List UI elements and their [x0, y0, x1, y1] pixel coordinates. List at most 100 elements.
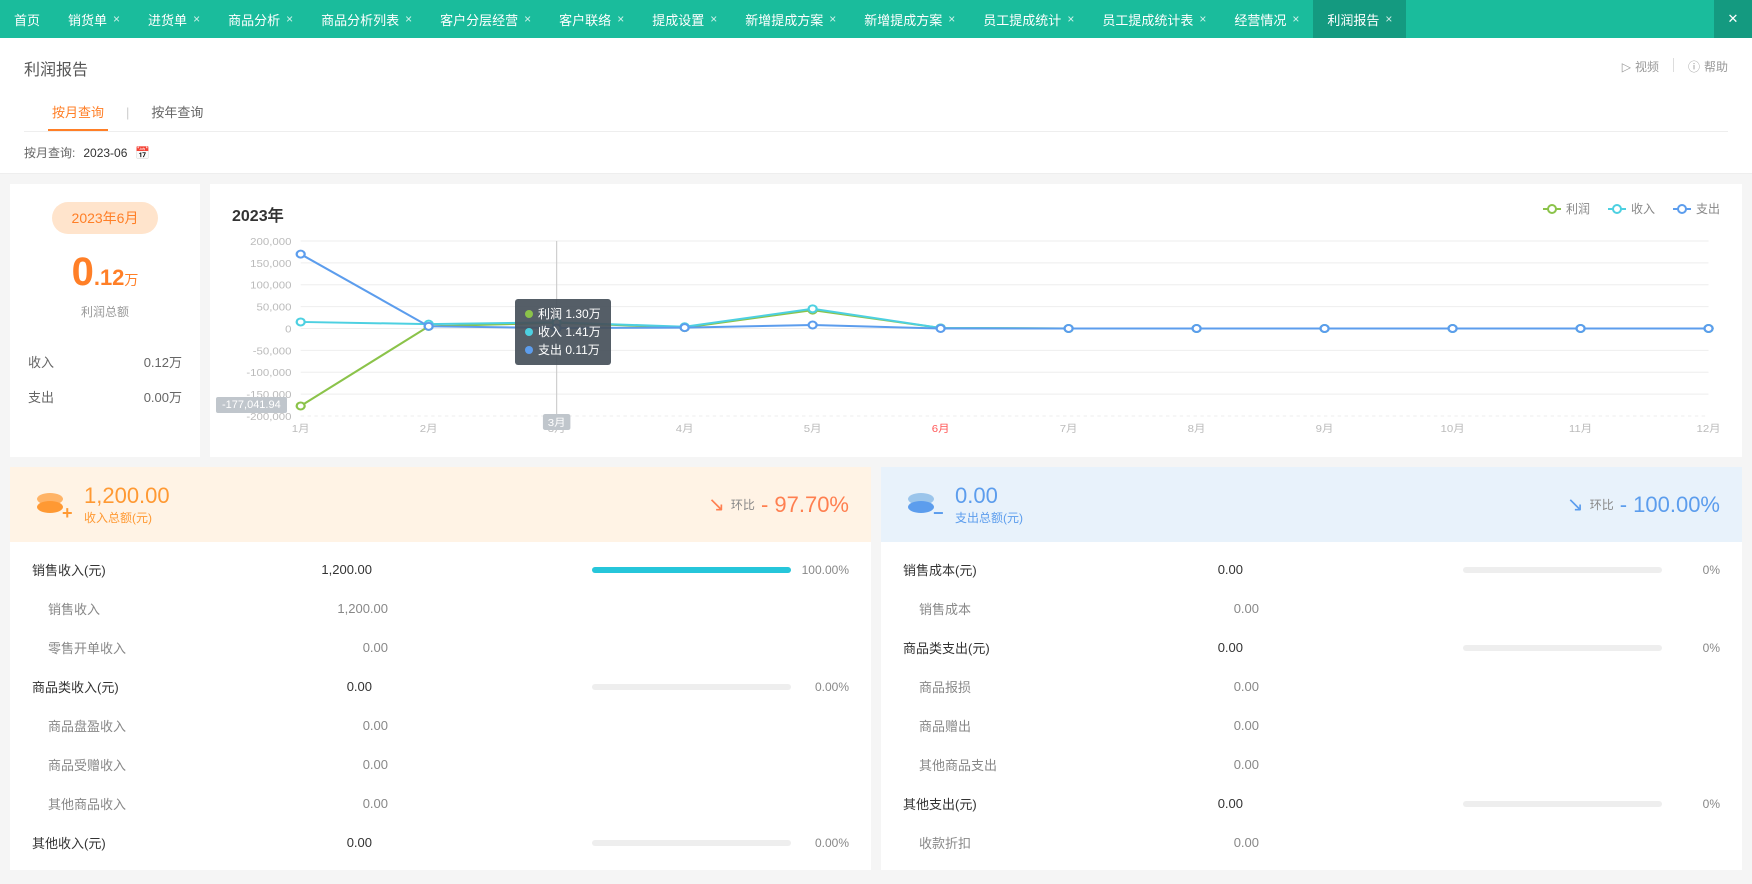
tab-item[interactable]: 商品分析× — [214, 0, 307, 38]
chart-title: 2023年 — [232, 202, 1720, 226]
svg-text:200,000: 200,000 — [250, 237, 291, 248]
row-bar-pct: 0% — [1670, 641, 1720, 655]
row-value: 0.00 — [268, 640, 388, 655]
svg-text:5月: 5月 — [804, 424, 822, 435]
close-icon[interactable]: × — [405, 12, 412, 26]
close-icon[interactable]: × — [286, 12, 293, 26]
row-value: 0.00 — [1123, 640, 1243, 655]
sub-category-row: 商品赠出0.00 — [903, 706, 1720, 745]
svg-text:100,000: 100,000 — [250, 280, 291, 291]
close-all-tabs-button[interactable]: ✕ — [1714, 0, 1752, 38]
close-icon[interactable]: × — [1199, 12, 1206, 26]
row-value: 1,200.00 — [268, 601, 388, 616]
tab-item[interactable]: 商品分析列表× — [307, 0, 426, 38]
calendar-icon[interactable]: 📅 — [135, 146, 150, 160]
row-label: 其他商品支出 — [919, 755, 1139, 774]
svg-text:−: − — [933, 503, 943, 523]
profit-total-label: 利润总额 — [28, 303, 182, 320]
category-row: 其他收入(元)0.000.00% — [32, 823, 849, 862]
tab-item[interactable]: 经营情况× — [1220, 0, 1313, 38]
svg-text:-200,000: -200,000 — [246, 412, 291, 423]
svg-text:0: 0 — [285, 324, 291, 335]
page-title: 利润报告 — [24, 56, 1728, 80]
tab-item[interactable]: 新增提成方案× — [731, 0, 850, 38]
row-label: 销售收入 — [48, 599, 268, 618]
income-panel: + 1,200.00 收入总额(元) ↘ 环比 - 97.70% 销售收入(元)… — [10, 467, 871, 870]
top-tabs-bar: 首页销货单×进货单×商品分析×商品分析列表×客户分层经营×客户联络×提成设置×新… — [0, 0, 1752, 38]
tab-item[interactable]: 员工提成统计× — [969, 0, 1088, 38]
video-link[interactable]: ▷ 视频 — [1622, 58, 1659, 75]
row-label: 商品类收入(元) — [32, 677, 252, 696]
expense-panel: − 0.00 支出总额(元) ↘ 环比 - 100.00% 销售成本(元)0.0… — [881, 467, 1742, 870]
expense-sub-label: 支出总额(元) — [955, 509, 1023, 526]
row-value: 0.00 — [1139, 679, 1259, 694]
header-actions: ▷ 视频 ⓘ 帮助 — [1622, 58, 1728, 75]
row-value: 0.00 — [268, 757, 388, 772]
row-bar-pct: 0.00% — [799, 680, 849, 694]
row-label: 其他支出(元) — [903, 794, 1123, 813]
income-comparison-label: 环比 — [731, 496, 755, 513]
tab-item[interactable]: 首页 — [0, 0, 54, 38]
legend-income[interactable]: 收入 — [1608, 200, 1655, 217]
close-icon[interactable]: × — [524, 12, 531, 26]
help-icon: ⓘ — [1688, 58, 1700, 75]
row-label: 商品报损 — [919, 677, 1139, 696]
row-label: 商品受赠收入 — [48, 755, 268, 774]
close-icon[interactable]: × — [193, 12, 200, 26]
tab-yearly-query[interactable]: 按年查询 — [147, 94, 207, 131]
row-bar: 100.00% — [372, 563, 849, 577]
trend-down-icon: ↘ — [1567, 492, 1584, 517]
row-bar-pct: 0% — [1670, 563, 1720, 577]
tab-item[interactable]: 提成设置× — [638, 0, 731, 38]
close-icon[interactable]: × — [829, 12, 836, 26]
filter-date-value[interactable]: 2023-06 — [83, 146, 127, 160]
svg-text:10月: 10月 — [1440, 424, 1464, 435]
sub-category-row: 其他商品支出0.00 — [903, 745, 1720, 784]
tab-item[interactable]: 利润报告× — [1313, 0, 1406, 38]
main-content: 2023年6月 0.12万 利润总额 收入 0.12万 支出 0.00万 202… — [0, 174, 1752, 467]
svg-text:+: + — [62, 503, 72, 523]
tab-item[interactable]: 新增提成方案× — [850, 0, 969, 38]
svg-text:6月: 6月 — [932, 424, 950, 435]
tab-item[interactable]: 客户分层经营× — [426, 0, 545, 38]
tab-monthly-query[interactable]: 按月查询 — [48, 94, 108, 131]
svg-text:50,000: 50,000 — [257, 302, 292, 313]
profit-total-value: 0.12万 — [28, 250, 182, 295]
tab-item[interactable]: 员工提成统计表× — [1088, 0, 1220, 38]
legend-expense[interactable]: 支出 — [1673, 200, 1720, 217]
svg-text:12月: 12月 — [1696, 424, 1720, 435]
tab-item[interactable]: 销货单× — [54, 0, 134, 38]
row-value: 0.00 — [1139, 718, 1259, 733]
line-chart[interactable]: -200,000-150,000-100,000-50,000050,00010… — [232, 236, 1720, 436]
tab-item[interactable]: 客户联络× — [545, 0, 638, 38]
sub-category-row: 商品盘盈收入0.00 — [32, 706, 849, 745]
row-label: 收款折扣 — [919, 833, 1139, 852]
row-value: 0.00 — [1139, 601, 1259, 616]
income-amount: 1,200.00 — [84, 483, 170, 509]
row-label: 销售成本 — [919, 599, 1139, 618]
close-icon[interactable]: × — [113, 12, 120, 26]
svg-text:9月: 9月 — [1316, 424, 1334, 435]
help-link[interactable]: ⓘ 帮助 — [1688, 58, 1728, 75]
divider — [1673, 58, 1674, 72]
close-icon[interactable]: × — [617, 12, 624, 26]
close-icon[interactable]: × — [710, 12, 717, 26]
income-panel-body: 销售收入(元)1,200.00100.00%销售收入1,200.00零售开单收入… — [10, 542, 871, 870]
close-icon[interactable]: × — [1385, 12, 1392, 26]
income-panel-header: + 1,200.00 收入总额(元) ↘ 环比 - 97.70% — [10, 467, 871, 542]
sub-category-row: 商品受赠收入0.00 — [32, 745, 849, 784]
svg-text:150,000: 150,000 — [250, 259, 291, 270]
category-row: 销售成本(元)0.000% — [903, 550, 1720, 589]
legend-profit[interactable]: 利润 — [1543, 200, 1590, 217]
row-value: 0.00 — [268, 796, 388, 811]
row-label: 商品赠出 — [919, 716, 1139, 735]
close-icon[interactable]: × — [1292, 12, 1299, 26]
row-value: 0.00 — [1123, 796, 1243, 811]
close-icon[interactable]: × — [948, 12, 955, 26]
close-icon[interactable]: × — [1067, 12, 1074, 26]
row-value: 0.00 — [1139, 835, 1259, 850]
category-row: 其他支出(元)0.000% — [903, 784, 1720, 823]
row-label: 零售开单收入 — [48, 638, 268, 657]
tab-item[interactable]: 进货单× — [134, 0, 214, 38]
sub-tab-separator: | — [126, 105, 129, 120]
